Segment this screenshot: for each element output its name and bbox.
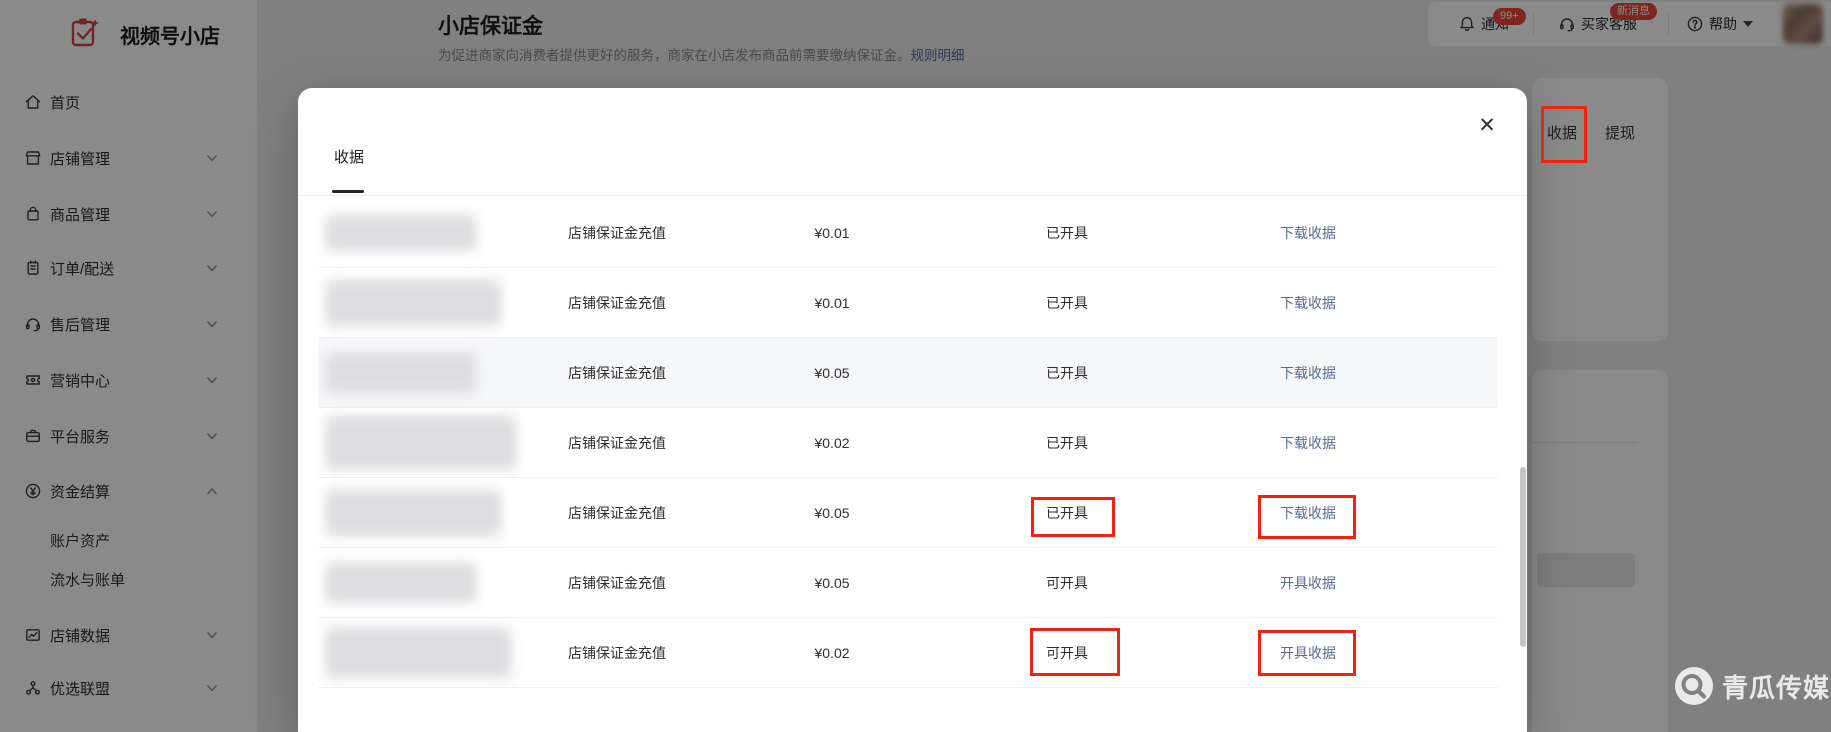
screen: 视频号小店 首页 店铺管理 商品管理 订单/配送 售后管理 营销中心 平台服务 资金结算 账户资… <box>0 0 1831 732</box>
table-row: 店铺保证金充值 ¥0.05 已开具 下载收据 <box>318 338 1498 408</box>
status-cell: 已开具 <box>1046 434 1088 451</box>
close-icon[interactable]: ✕ <box>1475 114 1499 138</box>
action-link[interactable]: 下载收据 <box>1280 433 1336 453</box>
masked-order-id <box>326 415 516 470</box>
table-row: 店铺保证金充值 ¥0.02 已开具 下载收据 <box>318 408 1498 478</box>
order-type-cell: 店铺保证金充值 <box>568 574 666 591</box>
watermark-text: 青瓜传媒 <box>1722 672 1831 703</box>
action-link[interactable]: 下载收据 <box>1280 223 1336 243</box>
watermark-logo-icon <box>1675 667 1713 705</box>
amount-cell: ¥0.01 <box>814 294 850 311</box>
amount-cell: ¥0.05 <box>814 504 850 521</box>
amount-cell: ¥0.05 <box>814 364 850 381</box>
masked-order-id <box>326 562 476 603</box>
masked-order-id <box>326 352 476 393</box>
order-type-cell: 店铺保证金充值 <box>568 434 666 451</box>
action-link[interactable]: 下载收据 <box>1280 363 1336 383</box>
masked-order-id <box>326 489 501 536</box>
status-cell: 已开具 <box>1046 224 1088 241</box>
status-cell: 已开具 <box>1046 294 1088 311</box>
order-type-cell: 店铺保证金充值 <box>568 294 666 311</box>
status-cell: 可开具 <box>1046 574 1088 591</box>
annotation-box-status-issuable <box>1030 628 1120 676</box>
order-type-cell: 店铺保证金充值 <box>568 504 666 521</box>
amount-cell: ¥0.01 <box>814 224 850 241</box>
watermark: 青瓜传媒 <box>1674 666 1830 706</box>
masked-order-id <box>326 214 476 251</box>
table-row: 店铺保证金充值 ¥0.01 已开具 下载收据 <box>318 198 1498 268</box>
table-row: 店铺保证金充值 ¥0.01 已开具 下载收据 <box>318 268 1498 338</box>
amount-cell: ¥0.02 <box>814 644 850 661</box>
receipt-table: 店铺保证金充值 ¥0.01 已开具 下载收据 店铺保证金充值 ¥0.01 已开具 下载收据 店铺… <box>318 198 1498 689</box>
annotation-box-status-issued <box>1031 497 1115 537</box>
amount-cell: ¥0.02 <box>814 434 850 451</box>
annotation-box-issue-receipt <box>1258 630 1356 676</box>
action-link[interactable]: 下载收据 <box>1280 293 1336 313</box>
action-link[interactable]: 开具收据 <box>1280 573 1336 593</box>
annotation-box-receipt-tab <box>1541 106 1587 163</box>
modal-tab-receipt[interactable]: 收据 <box>334 146 364 167</box>
status-cell: 已开具 <box>1046 364 1088 381</box>
scrollbar-thumb[interactable] <box>1520 467 1526 647</box>
table-row: 店铺保证金充值 ¥0.05 可开具 开具收据 <box>318 548 1498 618</box>
order-type-cell: 店铺保证金充值 <box>568 364 666 381</box>
divider <box>298 195 1527 196</box>
masked-order-id <box>326 627 511 678</box>
order-type-cell: 店铺保证金充值 <box>568 224 666 241</box>
annotation-box-download-receipt <box>1258 495 1356 539</box>
active-tab-underline <box>332 190 364 193</box>
masked-order-id <box>326 279 501 326</box>
amount-cell: ¥0.05 <box>814 574 850 591</box>
order-type-cell: 店铺保证金充值 <box>568 644 666 661</box>
